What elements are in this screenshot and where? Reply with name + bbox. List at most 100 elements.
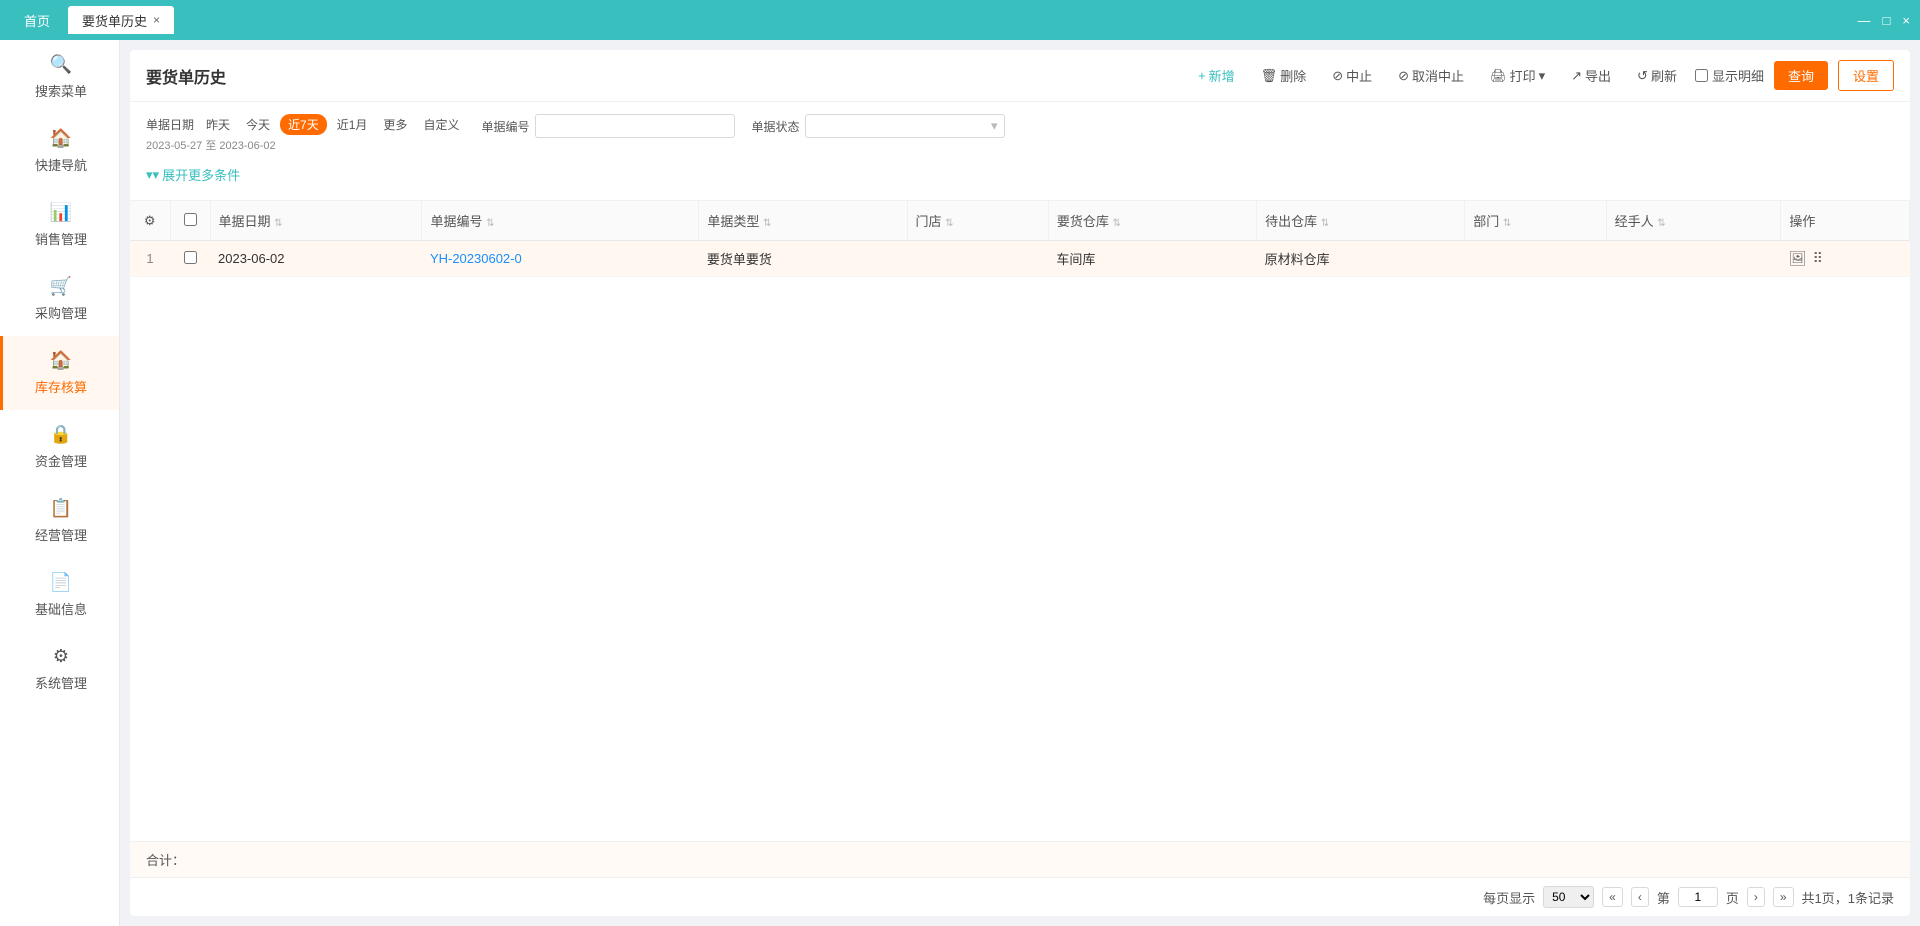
close-tab-icon[interactable]: × [153,13,160,27]
page-card: 要货单历史 + 新增 🗑 删除 ⊘ 中止 ⊘ [130,50,1910,916]
col-docno[interactable]: 单据编号 [422,201,699,241]
status-filter: 单据状态 ▾ [751,114,1005,138]
print-dropdown-icon: ▾ [1539,68,1546,84]
filter-row-1: 单据日期 昨天 今天 近7天 近1月 更多 自定义 202 [146,114,1894,153]
export-button[interactable]: ↗ 导出 [1563,62,1619,89]
sidebar-item-sales-label: 销售管理 [35,229,87,248]
cell-dept [1465,241,1606,277]
sidebar-item-search[interactable]: 🔍 搜索菜单 [0,40,119,114]
sidebar-item-inventory[interactable]: 🏠 库存核算 [0,336,119,410]
cancel-stop-icon: ⊘ [1398,68,1409,84]
status-select[interactable] [805,114,1005,138]
sidebar-item-shortcut-label: 快捷导航 [35,155,87,174]
content-area: 要货单历史 + 新增 🗑 删除 ⊘ 中止 ⊘ [120,40,1920,926]
sidebar-item-inventory-label: 库存核算 [35,377,87,396]
status-label: 单据状态 [751,118,799,135]
col-waitwarehouse-label: 待出仓库 [1265,214,1317,229]
new-button[interactable]: + 新增 [1190,62,1243,89]
col-store[interactable]: 门店 [907,201,1048,241]
table-wrapper[interactable]: ⚙ 单据日期 单据编号 单据类 [130,201,1910,841]
pagination-bar: 每页显示 50 10 20 100 « ‹ 第 页 › » 共1页，1条记录 [130,877,1910,916]
page-size-select[interactable]: 50 10 20 100 [1543,886,1594,908]
header-actions: + 新增 🗑 删除 ⊘ 中止 ⊘ 取消中止 [1190,60,1894,91]
col-date-label: 单据日期 [219,214,271,229]
table-body: 1 2023-06-02 YH-20230602-0 要货单要货 车间库 原材料… [130,241,1910,277]
tab-history-label: 要货单历史 [82,11,147,30]
filter-left: 单据日期 昨天 今天 近7天 近1月 更多 自定义 202 [146,114,1894,153]
doc-no-input[interactable] [535,114,735,138]
col-store-label: 门店 [916,214,942,229]
sidebar-item-system[interactable]: ⚙ 系统管理 [0,632,119,706]
doc-no-label: 单据编号 [481,118,529,135]
row-checkbox[interactable] [184,251,197,264]
refresh-icon: ↺ [1637,68,1648,84]
sales-icon: 📊 [50,202,72,223]
system-icon: ⚙ [53,646,69,667]
date-today-btn[interactable]: 今天 [240,114,276,135]
col-settings[interactable]: ⚙ [130,201,170,241]
table-row: 1 2023-06-02 YH-20230602-0 要货单要货 车间库 原材料… [130,241,1910,277]
refresh-label: 刷新 [1651,66,1677,85]
filter-area: 单据日期 昨天 今天 近7天 近1月 更多 自定义 202 [130,102,1910,201]
sidebar-item-purchase[interactable]: 🛒 采购管理 [0,262,119,336]
col-handler[interactable]: 经手人 [1606,201,1781,241]
query-button[interactable]: 查询 [1774,61,1828,90]
col-date[interactable]: 单据日期 [210,201,422,241]
sidebar-item-shortcut[interactable]: 🏠 快捷导航 [0,114,119,188]
tab-list: 首页 要货单历史 × [10,6,1858,34]
print-button[interactable]: 🖨 打印 ▾ [1482,62,1553,89]
sidebar-item-search-label: 搜索菜单 [35,81,87,100]
view-op-icon[interactable]: 🖼 [1789,250,1807,267]
sidebar-item-finance[interactable]: 🔒 资金管理 [0,410,119,484]
page-input[interactable] [1678,887,1718,907]
select-all-checkbox[interactable] [184,213,197,226]
more-op-icon[interactable]: ⠿ [1813,250,1823,267]
search-icon: 🔍 [50,54,72,75]
settings-button[interactable]: 设置 [1838,60,1894,91]
col-waitwarehouse[interactable]: 待出仓库 [1257,201,1465,241]
page-next-btn[interactable]: › [1747,887,1765,907]
expand-conditions-btn[interactable]: ▾▾ 展开更多条件 [146,161,1894,188]
date-month1-btn[interactable]: 近1月 [331,114,374,135]
date-more-btn[interactable]: 更多 [377,114,413,135]
doc-no-link[interactable]: YH-20230602-0 [430,251,522,266]
page-label2: 页 [1726,888,1739,907]
print-icon: 🖨 [1490,68,1507,84]
stop-button[interactable]: ⊘ 中止 [1324,62,1380,89]
cell-store [907,241,1048,277]
date-yesterday-btn[interactable]: 昨天 [200,114,236,135]
cancel-stop-button[interactable]: ⊘ 取消中止 [1390,62,1472,89]
col-reqwarehouse[interactable]: 要货仓库 [1048,201,1256,241]
page-title: 要货单历史 [146,64,226,88]
show-detail-checkbox-label: 显示明细 [1695,66,1764,85]
expand-label: 展开更多条件 [162,165,240,184]
tab-history[interactable]: 要货单历史 × [68,6,174,34]
operation-icons: 🖼 ⠿ [1789,250,1902,267]
date-week7-btn[interactable]: 近7天 [280,114,327,135]
sidebar-item-operation[interactable]: 📋 经营管理 [0,484,119,558]
tab-home[interactable]: 首页 [10,6,64,34]
export-label: 导出 [1585,66,1611,85]
sidebar-item-basic[interactable]: 📄 基础信息 [0,558,119,632]
show-detail-checkbox[interactable] [1695,69,1708,82]
cell-date: 2023-06-02 [210,241,422,277]
window-maximize-btn[interactable]: □ [1883,13,1891,28]
page-first-btn[interactable]: « [1602,887,1623,907]
page-last-btn[interactable]: » [1773,887,1794,907]
window-actions: — □ × [1858,13,1910,28]
delete-icon: 🗑 [1261,68,1278,84]
date-custom-btn[interactable]: 自定义 [417,114,465,135]
col-doctype[interactable]: 单据类型 [699,201,907,241]
sidebar-item-sales[interactable]: 📊 销售管理 [0,188,119,262]
column-settings-icon[interactable]: ⚙ [144,213,156,228]
refresh-button[interactable]: ↺ 刷新 [1629,62,1685,89]
window-close-btn[interactable]: × [1902,13,1910,28]
delete-button[interactable]: 🗑 删除 [1253,62,1315,89]
col-dept[interactable]: 部门 [1465,201,1606,241]
page-prev-btn[interactable]: ‹ [1631,887,1649,907]
window-minimize-btn[interactable]: — [1858,13,1871,28]
main-layout: 🔍 搜索菜单 🏠 快捷导航 📊 销售管理 🛒 采购管理 🏠 库存核算 🔒 资金管… [0,40,1920,926]
tab-home-label: 首页 [24,11,50,30]
cell-check [170,241,210,277]
settings-label: 设置 [1853,66,1879,85]
